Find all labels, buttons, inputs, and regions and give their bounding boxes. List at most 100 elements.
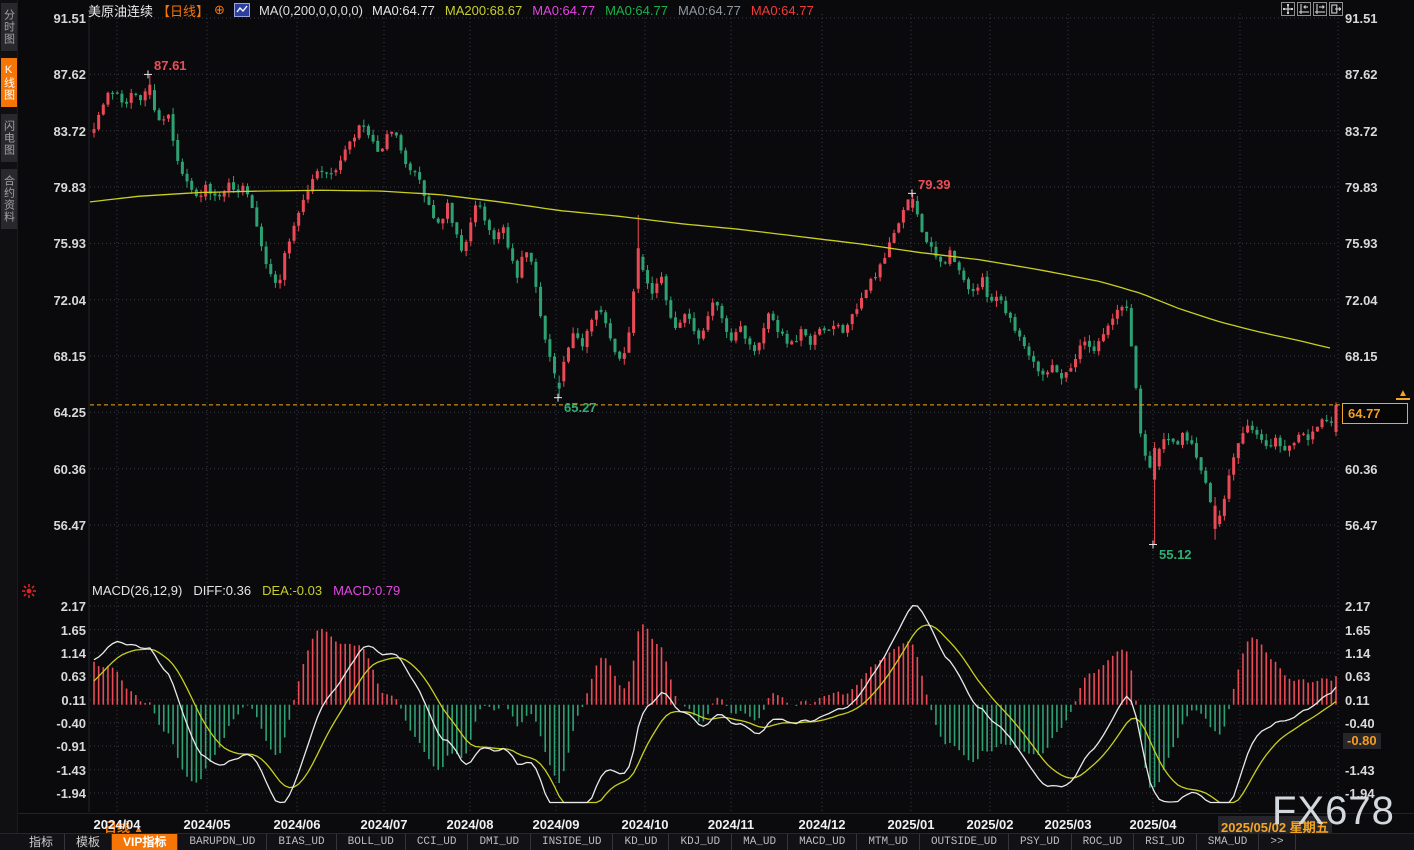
price-label-left: 87.62 <box>30 67 86 82</box>
last-price-tag: 64.77 <box>1342 403 1408 424</box>
macd-label-left: 1.14 <box>30 646 86 661</box>
price-label-right: 91.51 <box>1345 11 1407 26</box>
indicator-tab-barupdn-ud[interactable]: BARUPDN_UD <box>178 834 267 850</box>
macd-label-left: -1.94 <box>30 786 86 801</box>
price-label-left: 83.72 <box>30 124 86 139</box>
price-label-right: 56.47 <box>1345 518 1407 533</box>
price-label-left: 91.51 <box>30 11 86 26</box>
jump-to-end-button[interactable] <box>1329 2 1343 16</box>
sidebar-tab-2[interactable]: K线图 <box>1 58 17 107</box>
ma-value-1: MA0:64.77 <box>372 3 435 18</box>
symbol-name[interactable]: 美原油连续 <box>88 1 153 20</box>
month-label: 2024/07 <box>361 817 408 832</box>
move-tool-button[interactable] <box>1281 2 1295 16</box>
macd-name-label[interactable]: MACD(26,12,9) <box>92 583 182 598</box>
ma-settings-label: MA(0,200,0,0,0,0) <box>259 3 363 18</box>
month-label: 2025/01 <box>888 817 935 832</box>
indicator-tab-cci-ud[interactable]: CCI_UD <box>406 834 469 850</box>
price-label-left: 56.47 <box>30 518 86 533</box>
month-label: 2024/12 <box>799 817 846 832</box>
month-label: 2024/08 <box>447 817 494 832</box>
ma-value-2: MA200:68.67 <box>445 3 522 18</box>
indicator-tab-bias-ud[interactable]: BIAS_UD <box>267 834 336 850</box>
month-label: 2024/04 <box>94 817 141 832</box>
indicator-tab-ma-ud[interactable]: MA_UD <box>732 834 788 850</box>
ma-value-5: MA0:64.77 <box>678 3 741 18</box>
price-annotation: 55.12 <box>1159 547 1192 562</box>
sidebar-tab-3[interactable]: 闪电图 <box>1 114 17 162</box>
macd-label-right: 1.14 <box>1345 646 1407 661</box>
macd-label-right: 0.63 <box>1345 669 1407 684</box>
indicator-tab--[interactable]: 模板 <box>65 834 112 850</box>
indicator-tab--[interactable]: 指标 <box>18 834 65 850</box>
macd-header: MACD(26,12,9) DIFF:0.36 DEA:-0.03 MACD:0… <box>92 583 400 598</box>
price-label-right: 79.83 <box>1345 180 1407 195</box>
price-label-right: 60.36 <box>1345 462 1407 477</box>
price-label-left: 60.36 <box>30 462 86 477</box>
indicator-tab-inside-ud[interactable]: INSIDE_UD <box>531 834 613 850</box>
left-sidebar: 分时图 K线图闪电图合约资料 <box>0 0 18 850</box>
indicator-tab-macd-ud[interactable]: MACD_UD <box>788 834 857 850</box>
macd-dea-value: DEA:-0.03 <box>262 583 322 598</box>
price-label-left: 72.04 <box>30 293 86 308</box>
indicator-tab-roc-ud[interactable]: ROC_UD <box>1072 834 1135 850</box>
month-label: 2024/05 <box>184 817 231 832</box>
macd-label-right: 1.65 <box>1345 623 1407 638</box>
macd-label-right: 0.11 <box>1345 693 1407 708</box>
watermark-logo: FX678 <box>1272 791 1395 831</box>
chart-tool-buttons <box>1281 2 1343 16</box>
indicator-tab-vip-[interactable]: VIP指标 <box>112 834 178 850</box>
link-icon[interactable]: ⊕ <box>214 2 225 18</box>
axis-scale-right-button[interactable] <box>1313 2 1327 16</box>
ma-value-3: MA0:64.77 <box>532 3 595 18</box>
price-label-left: 68.15 <box>30 349 86 364</box>
price-annotation: 65.27 <box>564 400 597 415</box>
indicator-tab-mtm-ud[interactable]: MTM_UD <box>857 834 920 850</box>
indicator-tab-rsi-ud[interactable]: RSI_UD <box>1134 834 1197 850</box>
ma-values: MA0:64.77 MA200:68.67 MA0:64.77 MA0:64.77 MA… <box>372 3 814 18</box>
macd-label-left: -1.43 <box>30 763 86 778</box>
indicator-settings-icon[interactable] <box>21 583 37 604</box>
ma-value-6: MA0:64.77 <box>751 3 814 18</box>
price-label-left: 79.83 <box>30 180 86 195</box>
price-label-left: 75.93 <box>30 236 86 251</box>
period-tag: 【日线】 <box>157 1 209 20</box>
indicator-tab-sma-ud[interactable]: SMA_UD <box>1197 834 1260 850</box>
indicator-tab--[interactable]: >> <box>1259 834 1295 850</box>
indicator-tab-psy-ud[interactable]: PSY_UD <box>1009 834 1072 850</box>
price-annotation: 79.39 <box>918 177 951 192</box>
sidebar-tab-1[interactable]: 分时图 <box>1 3 17 51</box>
indicator-tab-outside-ud[interactable]: OUTSIDE_UD <box>920 834 1009 850</box>
month-label: 2025/02 <box>967 817 1014 832</box>
macd-diff-value: DIFF:0.36 <box>193 583 251 598</box>
macd-label-right: 2.17 <box>1345 599 1407 614</box>
price-label-left: 64.25 <box>30 405 86 420</box>
macd-label-left: -0.40 <box>30 716 86 731</box>
macd-label-left: -0.91 <box>30 739 86 754</box>
chart-type-icon[interactable] <box>234 3 250 17</box>
scroll-to-latest-icon[interactable]: ▲ <box>1396 389 1410 400</box>
price-label-right: 68.15 <box>1345 349 1407 364</box>
macd-label-left: 2.17 <box>30 599 86 614</box>
macd-label-left: 0.63 <box>30 669 86 684</box>
price-label-right: 72.04 <box>1345 293 1407 308</box>
indicator-tab-dmi-ud[interactable]: DMI_UD <box>468 834 531 850</box>
sidebar-tab-4[interactable]: 合约资料 <box>1 169 17 229</box>
month-label: 2025/04 <box>1130 817 1177 832</box>
price-label-right: 75.93 <box>1345 236 1407 251</box>
indicator-tab-boll-ud[interactable]: BOLL_UD <box>337 834 406 850</box>
month-label: 2024/10 <box>622 817 669 832</box>
indicator-tab-kdj-ud[interactable]: KDJ_UD <box>669 834 732 850</box>
indicator-tab-bar: 指标模板VIP指标BARUPDN_UDBIAS_UDBOLL_UDCCI_UDD… <box>0 833 1414 850</box>
indicator-tab-kd-ud[interactable]: KD_UD <box>613 834 669 850</box>
trading-app-window: 分时图 K线图闪电图合约资料 美原油连续 【日线】 ⊕ MA(0,200,0,0,… <box>0 0 1414 850</box>
macd-label-left: 0.11 <box>30 693 86 708</box>
price-label-right: 83.72 <box>1345 124 1407 139</box>
chart-header: 美原油连续 【日线】 ⊕ MA(0,200,0,0,0,0) MA0:64.77… <box>88 2 814 18</box>
month-label: 2025/03 <box>1045 817 1092 832</box>
chart-canvas[interactable] <box>0 0 1414 850</box>
ma-value-4: MA0:64.77 <box>605 3 668 18</box>
month-label: 2024/09 <box>533 817 580 832</box>
price-label-right: 87.62 <box>1345 67 1407 82</box>
axis-scale-left-button[interactable] <box>1297 2 1311 16</box>
